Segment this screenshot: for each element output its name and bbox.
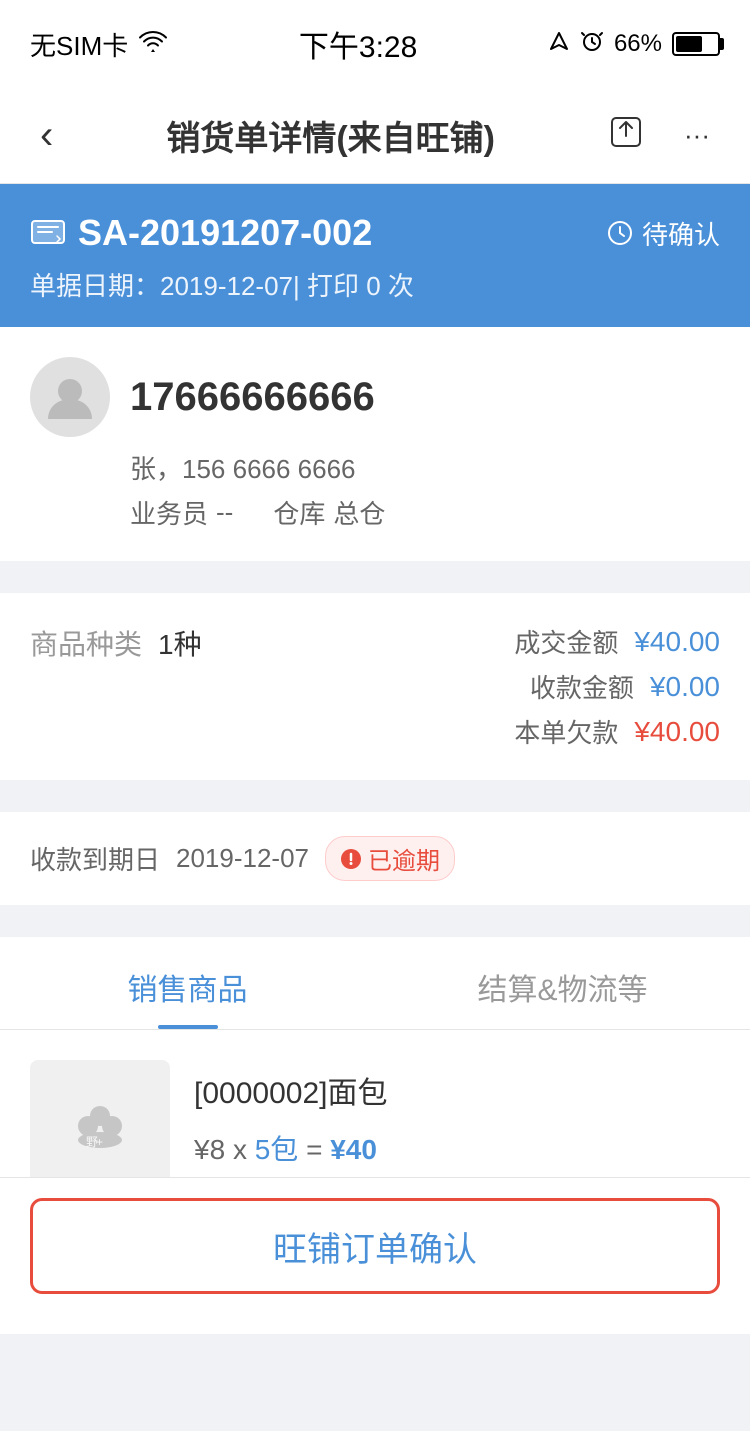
alarm-icon (580, 29, 604, 60)
deal-amount-row: 成交金额 ¥40.00 (514, 623, 720, 660)
product-info: [0000002]面包 ¥8 x 5包 = ¥40 (194, 1060, 720, 1168)
overdue-badge: 已逾期 (325, 836, 455, 881)
status-left: 无SIM卡 (30, 26, 168, 63)
received-amount-row: 收款金额 ¥0.00 (530, 668, 720, 705)
tab-settlement[interactable]: 结算&物流等 (375, 937, 750, 1029)
order-id-row: SA-20191207-002 待确认 (30, 212, 720, 254)
battery-icon (672, 32, 720, 56)
customer-phone: 17666666666 (130, 375, 375, 420)
divider-1 (0, 577, 750, 593)
payment-due-section: 收款到期日 2019-12-07 已逾期 (0, 812, 750, 905)
owed-amount-row: 本单欠款 ¥40.00 (514, 713, 720, 750)
tab-products[interactable]: 销售商品 (0, 937, 375, 1029)
order-icon (30, 212, 66, 254)
amounts: 成交金额 ¥40.00 收款金额 ¥0.00 本单欠款 ¥40.00 (514, 623, 720, 750)
product-name: [0000002]面包 (194, 1068, 720, 1112)
payment-due-date: 2019-12-07 (176, 843, 309, 874)
battery-percentage: 66% (614, 30, 662, 58)
svg-text:+: + (96, 1135, 103, 1149)
status-time: 下午3:28 (299, 22, 417, 66)
share-button[interactable] (598, 104, 654, 167)
product-price: ¥8 x 5包 = ¥40 (194, 1128, 720, 1168)
received-amount-value: ¥0.00 (650, 671, 720, 703)
wifi-icon (138, 29, 168, 60)
customer-name: 张，156 6666 6666 (30, 449, 720, 486)
carrier-label: 无SIM卡 (30, 26, 128, 63)
product-types: 商品种类 1种 (30, 623, 202, 663)
owed-amount-value: ¥40.00 (634, 716, 720, 748)
more-button[interactable]: ··· (674, 110, 720, 161)
customer-meta: 业务员 -- 仓库 总仓 (30, 494, 720, 531)
nav-actions: ··· (598, 104, 720, 167)
divider-3 (0, 921, 750, 937)
tabs: 销售商品 结算&物流等 (0, 937, 750, 1030)
page-title: 销货单详情(来自旺铺) (166, 111, 495, 160)
nav-bar: ‹ 销货单详情(来自旺铺) ··· (0, 88, 750, 184)
warehouse-field: 仓库 总仓 (273, 494, 385, 531)
location-icon (548, 30, 570, 59)
divider-2 (0, 796, 750, 812)
bottom-bar: 旺铺订单确认 (0, 1177, 750, 1334)
status-right: 66% (548, 29, 720, 60)
customer-section: 17666666666 张，156 6666 6666 业务员 -- 仓库 总仓 (0, 327, 750, 561)
status-bar: 无SIM卡 下午3:28 66% (0, 0, 750, 88)
order-header: SA-20191207-002 待确认 单据日期：2019-12-07| 打印 … (0, 184, 750, 327)
salesperson-field: 业务员 -- (130, 494, 233, 531)
confirm-order-button[interactable]: 旺铺订单确认 (30, 1198, 720, 1294)
deal-amount-value: ¥40.00 (634, 626, 720, 658)
summary-section: 商品种类 1种 成交金额 ¥40.00 收款金额 ¥0.00 本单欠款 ¥40.… (0, 593, 750, 780)
avatar (30, 357, 110, 437)
order-date: 单据日期：2019-12-07| 打印 0 次 (30, 266, 720, 303)
order-id: SA-20191207-002 (30, 212, 372, 254)
customer-row: 17666666666 (30, 357, 720, 437)
order-status: 待确认 (606, 215, 720, 252)
back-button[interactable]: ‹ (30, 103, 63, 168)
